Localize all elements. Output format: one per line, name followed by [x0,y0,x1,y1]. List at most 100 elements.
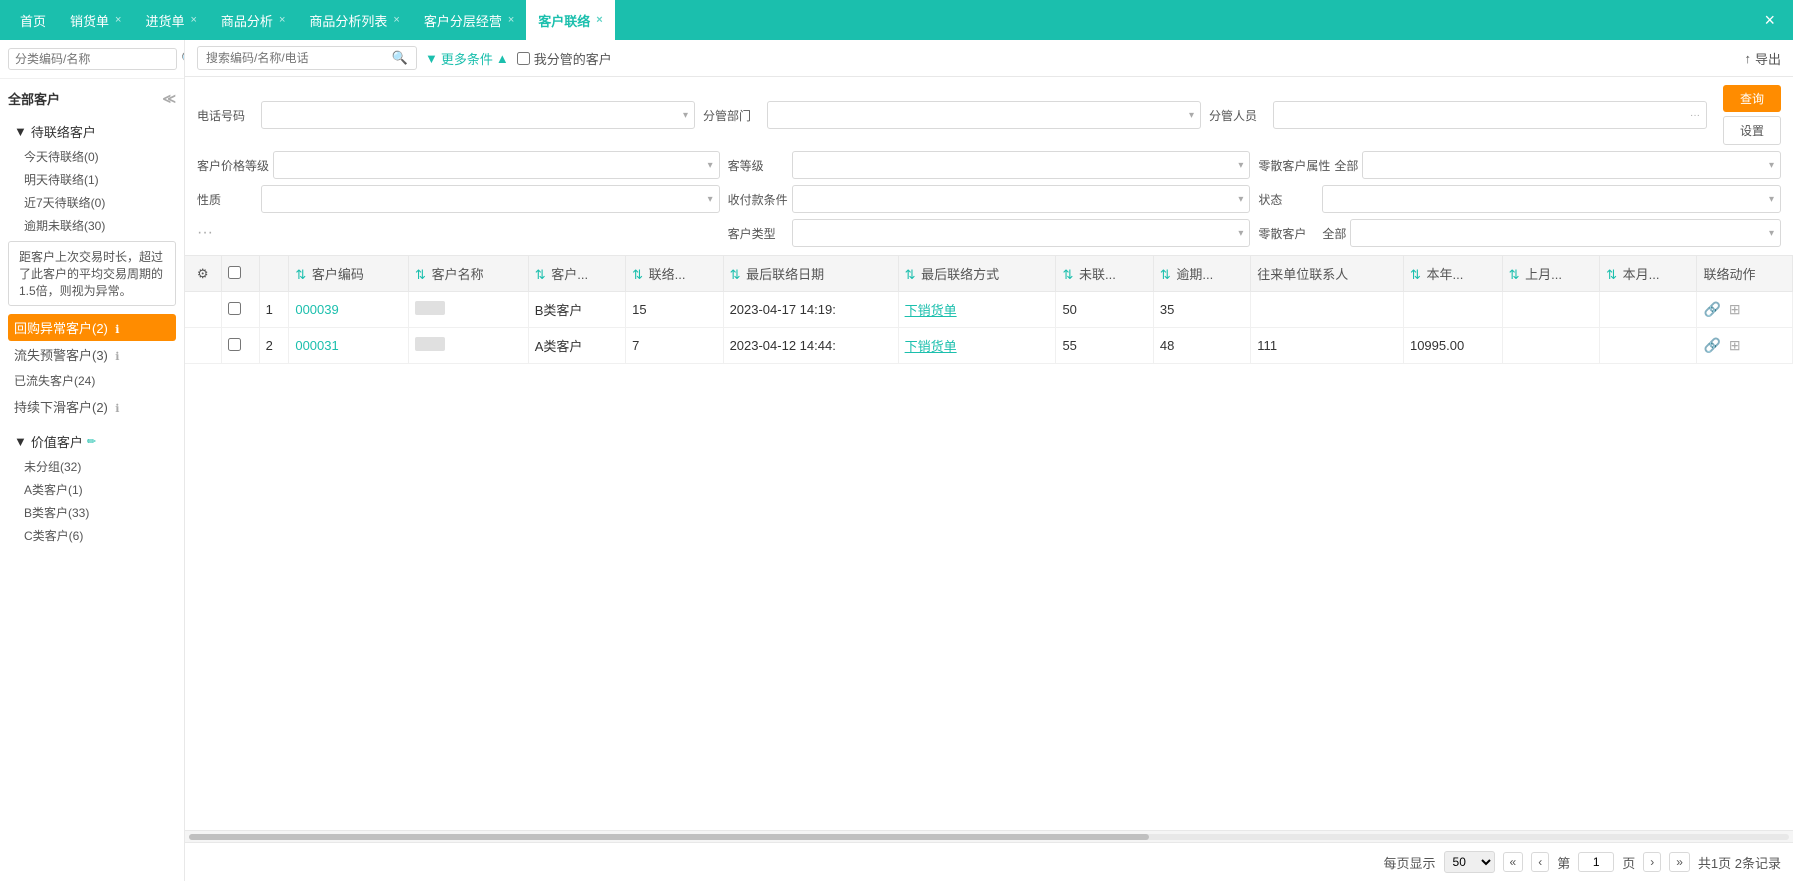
manager-select[interactable]: ··· [1273,101,1707,129]
more-dots[interactable]: ··· [197,224,213,242]
sidebar-lost[interactable]: 已流失客户(24) [8,368,176,393]
last-page-btn[interactable]: » [1669,852,1690,872]
payment-select[interactable]: ▾ [792,185,1251,213]
tab-customer-contact[interactable]: 客户联络 × [526,0,614,40]
per-page-label: 每页显示 [1384,853,1436,872]
action-grid-icon-1[interactable]: ⊞ [1729,337,1741,354]
sidebar-search-input[interactable] [8,48,177,70]
customer-type-label: 客户类型 [728,225,788,242]
close-sales-tab[interactable]: × [115,14,121,26]
pending-group-title[interactable]: ▼ 待联络客户 [8,118,184,145]
contact-sort-icon[interactable]: ⇅ [632,267,643,282]
close-customer-contact-tab[interactable]: × [596,14,602,26]
horizontal-scrollbar[interactable] [185,830,1793,842]
status-select[interactable]: ▾ [1322,185,1781,213]
pending-label: 待联络客户 [31,122,96,141]
setting-button[interactable]: 设置 [1723,116,1781,145]
price-level-select[interactable]: ▾ [273,151,720,179]
phone-select[interactable]: ▾ [261,101,695,129]
close-analysis-tab[interactable]: × [279,14,285,26]
pagination-bar: 每页显示 50 10 20 100 « ‹ 第 页 › » 共1页 2条记录 [185,842,1793,881]
row-category-0: B类客户 [528,292,625,328]
date-sort-icon[interactable]: ⇅ [730,267,741,282]
retail-attr-select[interactable]: ▾ [1362,151,1781,179]
more-conditions-btn[interactable]: ▼ 更多条件 ▲ [425,49,509,68]
tab-sales[interactable]: 销货单 × [58,0,133,40]
sidebar-overdue[interactable]: 逾期未联络(30) [8,214,184,237]
last-method-link-1[interactable]: 下销货单 [905,339,957,354]
sidebar-classC[interactable]: C类客户(6) [8,524,176,547]
payment-label: 收付款条件 [728,191,788,208]
retail-attr-caret: ▾ [1769,160,1774,171]
row-check-1[interactable] [228,338,241,351]
name-sort-icon[interactable]: ⇅ [415,267,426,282]
action-grid-icon-0[interactable]: ⊞ [1729,301,1741,318]
sidebar-lost-warning[interactable]: 流失预警客户(3) ℹ [8,341,176,368]
search-box: 🔍 [197,46,417,70]
all-customers-section: 全部客户 ≪ [0,79,184,118]
filter-row-4: ··· 客户类型 ▾ 零散客户 全部 ▾ [197,219,1781,247]
lm-sort-icon[interactable]: ⇅ [1509,267,1520,282]
per-page-select[interactable]: 50 10 20 100 [1444,851,1495,873]
row-last-month-0 [1502,292,1599,328]
row-action-1: 🔗 ⊞ [1697,328,1793,364]
select-all-checkbox[interactable] [228,266,241,279]
tooltip-box: 距客户上次交易时长，超过了此客户的平均交易周期的1.5倍，则视为异常。 [8,241,176,306]
page-input[interactable] [1578,852,1614,872]
sidebar-tomorrow[interactable]: 明天待联络(1) [8,168,184,191]
close-purchase-tab[interactable]: × [190,14,196,26]
prev-page-btn[interactable]: ‹ [1531,852,1549,872]
branch-select[interactable]: ▾ [767,101,1201,129]
tm-sort-icon[interactable]: ⇅ [1606,267,1617,282]
settings-col-header[interactable]: ⚙ [185,256,221,292]
sidebar-classB[interactable]: B类客户(33) [8,501,176,524]
export-button[interactable]: ↑ 导出 [1744,49,1781,68]
close-analysis-list-tab[interactable]: × [393,14,399,26]
row-name-1 [409,328,529,364]
sidebar-classA[interactable]: A类客户(1) [8,478,176,501]
sidebar-repurchase-abnormal[interactable]: 回购异常客户(2) ℹ [8,314,176,341]
last-method-col-header: ⇅ 最后联络方式 [898,256,1056,292]
method-sort-icon[interactable]: ⇅ [905,267,916,282]
search-icon[interactable]: 🔍 [392,50,408,66]
tab-analysis[interactable]: 商品分析 × [209,0,297,40]
sidebar-unsorted[interactable]: 未分组(32) [8,455,176,478]
first-page-btn[interactable]: « [1503,852,1524,872]
sidebar-declining[interactable]: 持续下滑客户(2) ℹ [8,393,176,420]
my-customers-checkbox[interactable] [517,52,530,65]
collapse-icon[interactable]: ≪ [162,91,176,107]
nc-sort-icon[interactable]: ⇅ [1062,267,1073,282]
retail-customer-select[interactable]: ▾ [1350,219,1781,247]
row-this-month-1 [1600,328,1697,364]
search-input[interactable] [206,51,392,65]
row-index-0: 1 [259,292,289,328]
query-button[interactable]: 查询 [1723,85,1781,112]
row-action-0: 🔗 ⊞ [1697,292,1793,328]
od-sort-icon[interactable]: ⇅ [1160,267,1171,282]
sidebar-week7[interactable]: 近7天待联络(0) [8,191,184,214]
customer-type-select[interactable]: ▾ [792,219,1251,247]
customer-level-select[interactable]: ▾ [792,151,1251,179]
gender-select[interactable]: ▾ [261,185,720,213]
tab-analysis-list[interactable]: 商品分析列表 × [297,0,411,40]
gender-caret: ▾ [708,194,713,205]
code-sort-icon[interactable]: ⇅ [295,267,306,282]
action-link-icon-0[interactable]: 🔗 [1703,301,1720,318]
tab-customer-mgmt[interactable]: 客户分层经营 × [412,0,526,40]
last-method-link-0[interactable]: 下销货单 [905,303,957,318]
edit-icon[interactable]: ✏ [87,435,96,448]
tab-home[interactable]: 首页 [8,0,58,40]
sidebar-today[interactable]: 今天待联络(0) [8,145,184,168]
row-check-0[interactable] [228,302,241,315]
all-customers-title[interactable]: 全部客户 ≪ [8,85,176,112]
tab-purchase[interactable]: 进货单 × [133,0,208,40]
window-close-button[interactable]: × [1754,10,1785,31]
ty-sort-icon[interactable]: ⇅ [1410,267,1421,282]
export-icon: ↑ [1744,51,1751,66]
value-group-title[interactable]: ▼ 价值客户 ✏ [8,428,176,455]
scroll-thumb[interactable] [189,834,1149,840]
close-customer-mgmt-tab[interactable]: × [508,14,514,26]
next-page-btn[interactable]: › [1643,852,1661,872]
cat-sort-icon[interactable]: ⇅ [535,267,546,282]
action-link-icon-1[interactable]: 🔗 [1703,337,1720,354]
